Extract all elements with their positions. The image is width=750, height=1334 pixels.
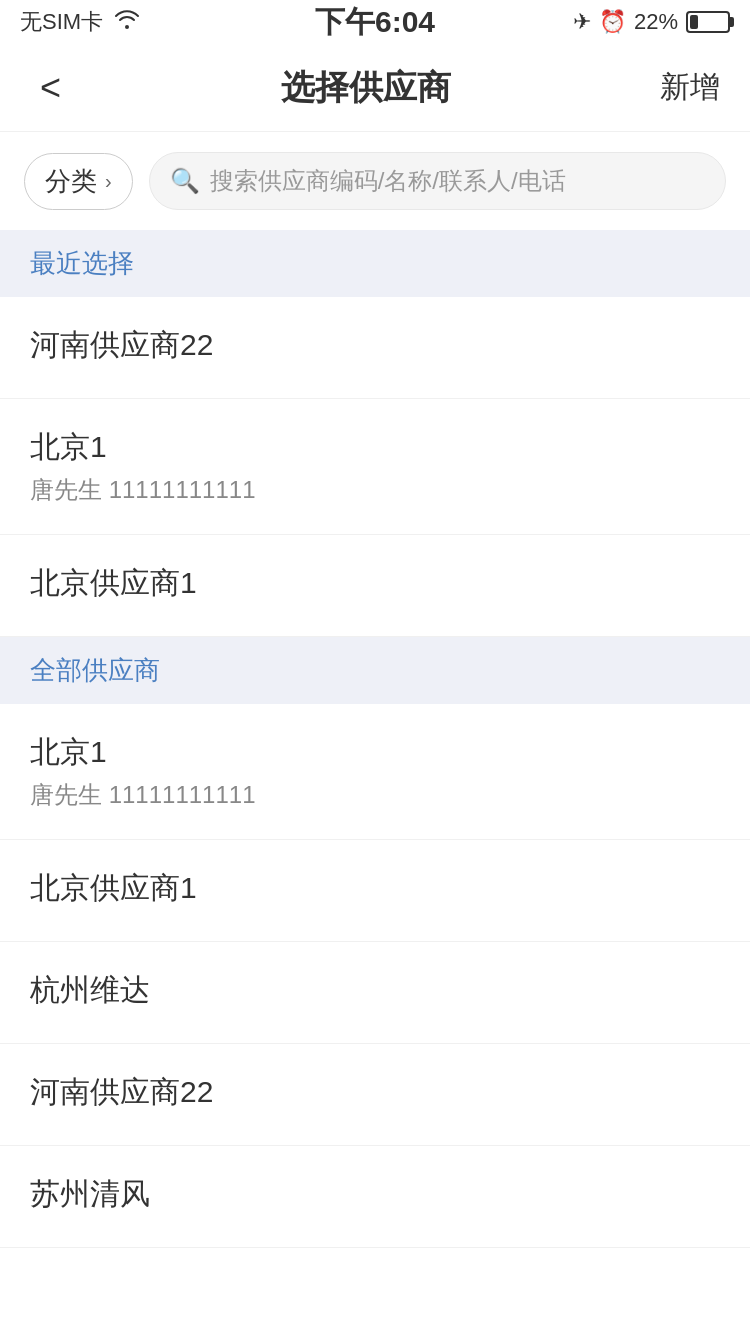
search-placeholder: 搜索供应商编码/名称/联系人/电话	[210, 165, 566, 197]
item-sub: 唐先生 11111111111	[30, 779, 720, 811]
location-icon: ✈	[573, 9, 591, 35]
list-item[interactable]: 北京1 唐先生 11111111111	[0, 704, 750, 840]
battery-indicator	[686, 11, 730, 33]
chevron-right-icon: ›	[105, 170, 112, 193]
search-icon: 🔍	[170, 167, 200, 195]
all-section-label: 全部供应商	[30, 655, 160, 685]
recent-list: 河南供应商22 北京1 唐先生 11111111111 北京供应商1	[0, 297, 750, 637]
status-bar: 无SIM卡 下午6:04 ✈ ⏰ 22%	[0, 0, 750, 44]
alarm-icon: ⏰	[599, 9, 626, 35]
status-time: 下午6:04	[315, 2, 435, 43]
item-name: 河南供应商22	[30, 325, 720, 366]
add-button[interactable]: 新增	[660, 67, 720, 108]
recent-section-label: 最近选择	[30, 248, 134, 278]
carrier-text: 无SIM卡	[20, 7, 103, 37]
all-section-header: 全部供应商	[0, 637, 750, 704]
wifi-icon	[113, 9, 141, 35]
list-item[interactable]: 北京1 唐先生 11111111111	[0, 399, 750, 535]
status-left: 无SIM卡	[20, 7, 141, 37]
page-title: 选择供应商	[281, 65, 451, 111]
item-name: 河南供应商22	[30, 1072, 720, 1113]
item-name: 杭州维达	[30, 970, 720, 1011]
item-sub: 唐先生 11111111111	[30, 474, 720, 506]
list-item[interactable]: 北京供应商1	[0, 840, 750, 942]
item-name: 北京1	[30, 427, 720, 468]
battery-percent: 22%	[634, 9, 678, 35]
search-box[interactable]: 🔍 搜索供应商编码/名称/联系人/电话	[149, 152, 726, 210]
all-list: 北京1 唐先生 11111111111 北京供应商1 杭州维达河南供应商22 苏州清风	[0, 704, 750, 1248]
recent-section-header: 最近选择	[0, 230, 750, 297]
status-right: ✈ ⏰ 22%	[573, 9, 730, 35]
list-item[interactable]: 杭州维达	[0, 942, 750, 1044]
item-name: 北京供应商1	[30, 868, 720, 909]
list-item[interactable]: 北京供应商1	[0, 535, 750, 637]
list-item[interactable]: 河南供应商22	[0, 297, 750, 399]
filter-row: 分类 › 🔍 搜索供应商编码/名称/联系人/电话	[0, 132, 750, 230]
item-name: 苏州清风	[30, 1174, 720, 1215]
item-name: 北京供应商1	[30, 563, 720, 604]
back-button[interactable]: <	[30, 57, 71, 119]
item-name: 北京1	[30, 732, 720, 773]
list-item[interactable]: 河南供应商22	[0, 1044, 750, 1146]
list-item[interactable]: 苏州清风	[0, 1146, 750, 1248]
category-label: 分类	[45, 164, 97, 199]
category-button[interactable]: 分类 ›	[24, 153, 133, 210]
nav-bar: < 选择供应商 新增	[0, 44, 750, 132]
